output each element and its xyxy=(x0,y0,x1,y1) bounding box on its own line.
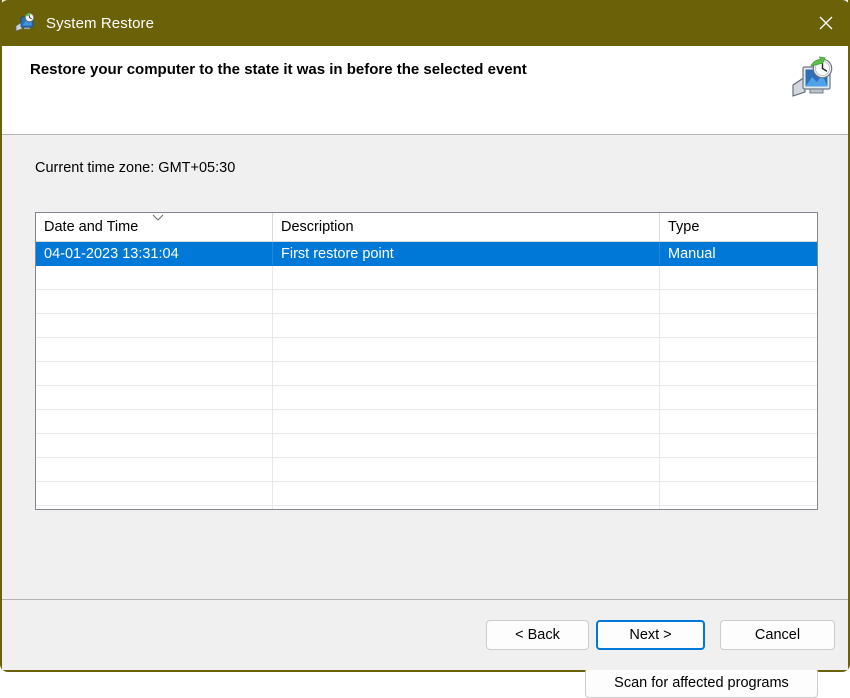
table-row-empty[interactable] xyxy=(36,314,817,338)
column-header-label: Date and Time xyxy=(44,219,138,235)
cell-empty xyxy=(660,266,817,289)
table-row-empty[interactable] xyxy=(36,458,817,482)
cancel-button[interactable]: Cancel xyxy=(720,620,835,650)
content-area: Current time zone: GMT+05:30 Date and Ti… xyxy=(2,135,848,599)
cell-empty xyxy=(273,410,660,433)
cell-empty xyxy=(273,314,660,337)
cell-empty xyxy=(660,410,817,433)
footer-bar: < Back Next > Cancel xyxy=(2,599,848,670)
table-row-empty[interactable] xyxy=(36,386,817,410)
cell-empty xyxy=(660,362,817,385)
header-band: Restore your computer to the state it wa… xyxy=(2,46,848,135)
column-header-description[interactable]: Description xyxy=(273,213,660,241)
page-title: Restore your computer to the state it wa… xyxy=(30,61,527,79)
system-restore-window: System Restore Restore your computer to … xyxy=(0,0,850,672)
table-row-empty[interactable] xyxy=(36,410,817,434)
cell-empty xyxy=(273,386,660,409)
column-header-date-and-time[interactable]: Date and Time xyxy=(36,213,273,241)
cell-empty xyxy=(273,506,660,510)
cell-empty xyxy=(36,362,273,385)
cell-empty xyxy=(660,386,817,409)
cell-empty xyxy=(660,482,817,505)
table-row-empty[interactable] xyxy=(36,506,817,510)
cell-empty xyxy=(36,314,273,337)
chevron-down-icon xyxy=(152,214,164,222)
close-icon xyxy=(818,15,834,31)
system-restore-icon xyxy=(14,12,36,34)
cell-empty xyxy=(36,338,273,361)
titlebar: System Restore xyxy=(0,0,850,46)
column-header-type[interactable]: Type xyxy=(660,213,817,241)
cell-empty xyxy=(660,458,817,481)
table-row-empty[interactable] xyxy=(36,290,817,314)
cell-empty xyxy=(273,338,660,361)
close-button[interactable] xyxy=(802,0,850,46)
system-restore-large-icon xyxy=(790,56,834,100)
cell-empty xyxy=(273,266,660,289)
cell-description: First restore point xyxy=(273,242,660,265)
table-row-empty[interactable] xyxy=(36,266,817,290)
timezone-label: Current time zone: GMT+05:30 xyxy=(35,160,235,176)
column-header-label: Type xyxy=(668,219,699,235)
cell-empty xyxy=(273,362,660,385)
table-row[interactable]: 04-01-2023 13:31:04 First restore point … xyxy=(36,242,817,266)
table-row-empty[interactable] xyxy=(36,338,817,362)
empty-rows-container xyxy=(36,266,817,510)
window-title: System Restore xyxy=(46,15,154,32)
table-row-empty[interactable] xyxy=(36,482,817,506)
cell-empty xyxy=(660,290,817,313)
cell-date-and-time: 04-01-2023 13:31:04 xyxy=(36,242,273,265)
cell-empty xyxy=(36,386,273,409)
cell-empty xyxy=(36,434,273,457)
cell-empty xyxy=(660,338,817,361)
cell-empty xyxy=(36,506,273,510)
table-row-empty[interactable] xyxy=(36,362,817,386)
cell-empty xyxy=(660,314,817,337)
back-button[interactable]: < Back xyxy=(486,620,589,650)
cell-empty xyxy=(273,434,660,457)
table-header-row: Date and Time Description Type xyxy=(36,213,817,242)
table-body: 04-01-2023 13:31:04 First restore point … xyxy=(36,242,817,510)
cell-empty xyxy=(36,458,273,481)
scan-for-affected-programs-button[interactable]: Scan for affected programs xyxy=(585,668,818,698)
cell-empty xyxy=(273,458,660,481)
cell-empty xyxy=(36,290,273,313)
cell-empty xyxy=(36,266,273,289)
cell-empty xyxy=(660,506,817,510)
cell-empty xyxy=(273,482,660,505)
cell-empty xyxy=(660,434,817,457)
column-header-label: Description xyxy=(281,219,354,235)
cell-empty xyxy=(273,290,660,313)
restore-points-list[interactable]: Date and Time Description Type 04-01-202… xyxy=(35,212,818,510)
next-button[interactable]: Next > xyxy=(596,620,705,650)
table-row-empty[interactable] xyxy=(36,434,817,458)
cell-empty xyxy=(36,482,273,505)
cell-empty xyxy=(36,410,273,433)
cell-type: Manual xyxy=(660,242,817,265)
